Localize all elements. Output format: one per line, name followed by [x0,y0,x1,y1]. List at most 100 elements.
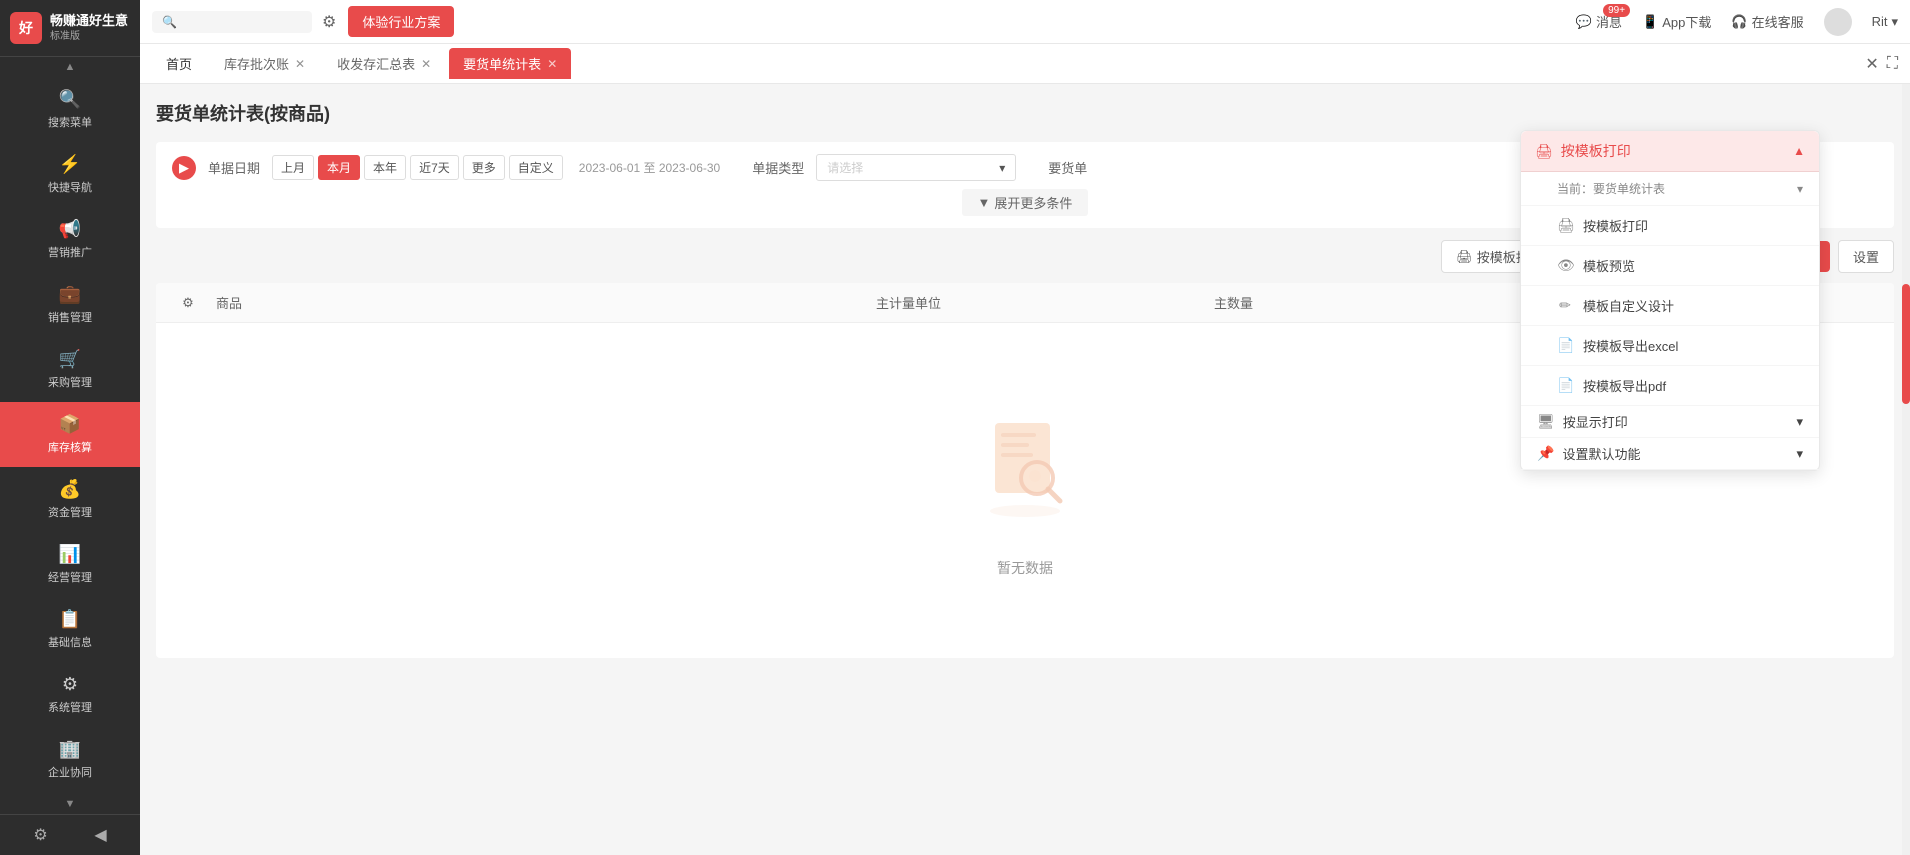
sidebar-item-purchase[interactable]: 🛒 采购管理 [0,337,140,402]
display-print-label: 按显示打印 [1563,412,1628,431]
dropdown-group-default-func[interactable]: 📌 设置默认功能 ▾ [1521,438,1819,470]
tab-inventory-batch[interactable]: 库存批次账 ✕ [210,48,319,79]
tab-receivable-summary-close[interactable]: ✕ [421,57,431,71]
basic-icon: 📋 [59,609,81,630]
online-service-btn[interactable]: 🎧 在线客服 [1731,12,1803,31]
headset-icon: 🎧 [1731,14,1747,30]
message-badge: 99+ [1603,4,1630,17]
date-btn-prev-month[interactable]: 上月 [272,155,314,180]
th-settings[interactable]: ⚙ [168,285,208,321]
sidebar-item-search-label: 搜索菜单 [48,114,92,130]
settings-btn[interactable]: 设置 [1838,240,1894,273]
sidebar-item-inventory-label: 库存核算 [48,439,92,455]
user-name-text: Rit [1872,14,1888,29]
app-download-btn[interactable]: 📱 App下载 [1642,12,1711,31]
date-btn-last7[interactable]: 近7天 [410,155,459,180]
topbar-search-icon: 🔍 [162,15,177,29]
date-btn-more[interactable]: 更多 [463,155,505,180]
tab-receivable-summary[interactable]: 收发存汇总表 ✕ [323,48,445,79]
date-btn-this-year[interactable]: 本年 [364,155,406,180]
scrollbar-track [1902,84,1910,855]
user-avatar-btn[interactable] [1824,8,1852,36]
sidebar-item-sales-label: 销售管理 [48,309,92,325]
export-excel-icon: 📄 [1557,337,1573,354]
dropdown-item-template-design[interactable]: ✏ 模板自定义设计 [1521,286,1819,326]
tab-home[interactable]: 首页 [152,48,206,79]
message-btn[interactable]: 💬 消息 99+ [1576,12,1622,31]
date-buttons: 上月 本月 本年 近7天 更多 自定义 [272,155,563,180]
dropdown-item-export-pdf-label: 按模板导出pdf [1583,376,1666,395]
page-title: 要货单统计表(按商品) [156,100,1894,126]
sidebar-item-inventory[interactable]: 📦 库存核算 [0,402,140,467]
dropdown-item-export-excel[interactable]: 📄 按模板导出excel [1521,326,1819,366]
purchase-icon: 🛒 [59,349,81,370]
expand-more-btn[interactable]: ▼ 展开更多条件 [962,189,1089,216]
app-download-label: App下载 [1662,12,1711,31]
dropdown-header[interactable]: 🖨 按模板打印 ▲ [1521,131,1819,172]
type-select[interactable]: 请选择 ▾ [816,154,1016,181]
tab-inventory-batch-close[interactable]: ✕ [295,57,305,71]
tab-order-stats-label: 要货单统计表 [463,54,541,73]
topbar-gear-icon[interactable]: ⚙ [322,12,336,32]
default-func-label: 设置默认功能 [1562,444,1640,463]
tab-close-window-icon[interactable]: ✕ [1865,54,1878,74]
sidebar-item-shortcut-label: 快捷导航 [48,179,92,195]
sidebar-item-marketing-label: 营销推广 [48,244,92,260]
dropdown-print-icon: 🖨 [1535,143,1553,160]
date-btn-custom[interactable]: 自定义 [509,155,563,180]
sidebar-item-basic[interactable]: 📋 基础信息 [0,597,140,662]
sidebar-collapse-btn[interactable]: ◀ [94,825,106,845]
dropdown-item-template-print[interactable]: 🖨 按模板打印 [1521,206,1819,246]
sidebar-settings-btn[interactable]: ⚙ [33,825,47,845]
dropdown-item-export-excel-label: 按模板导出excel [1583,336,1678,355]
user-name-display[interactable]: Rit ▾ [1872,14,1898,30]
scroll-down-indicator[interactable]: ▼ [0,794,140,814]
dropdown-header-label: 按模板打印 [1561,141,1631,161]
dropdown-item-template-preview[interactable]: 👁 模板预览 [1521,246,1819,286]
sidebar: 好 畅赚通好生意 标准版 ▲ 🔍 搜索菜单 ⚡ 快捷导航 📢 营销推广 💼 销售… [0,0,140,855]
user-avatar [1824,8,1852,36]
topbar-search[interactable]: 🔍 [152,11,312,33]
tab-home-label: 首页 [166,54,192,73]
sidebar-item-corp[interactable]: 🏢 企业协同 [0,727,140,792]
sidebar-item-sales[interactable]: 💼 销售管理 [0,272,140,337]
tab-order-stats-close[interactable]: ✕ [547,57,557,71]
export-pdf-icon: 📄 [1557,377,1573,394]
filter-expand-btn[interactable]: ▶ [172,156,196,180]
template-preview-icon: 👁 [1557,257,1573,274]
sidebar-item-system[interactable]: ⚙ 系统管理 [0,662,140,727]
expand-more-label: 展开更多条件 [994,193,1072,212]
app-version: 标准版 [50,30,128,44]
tab-maximize-icon[interactable]: ⛶ [1887,55,1898,73]
message-icon: 💬 [1576,14,1592,30]
sidebar-item-marketing[interactable]: 📢 营销推广 [0,207,140,272]
order-type-label: 要货单 [1048,158,1087,177]
empty-icon [965,403,1085,542]
sidebar-item-corp-label: 企业协同 [48,764,92,780]
date-label: 单据日期 [208,158,260,177]
scrollbar-thumb[interactable] [1902,284,1910,404]
display-print-group-left: 🖥 按显示打印 [1537,412,1628,431]
operation-icon: 📊 [59,544,81,565]
sidebar-item-operation[interactable]: 📊 经营管理 [0,532,140,597]
topbar: 🔍 ⚙ 体验行业方案 💬 消息 99+ 📱 App下载 🎧 在线客服 Rit ▾ [140,0,1910,44]
type-select-arrow: ▾ [999,161,1005,175]
trial-btn[interactable]: 体验行业方案 [348,6,454,37]
logo-icon: 好 [10,12,42,44]
empty-text: 暂无数据 [997,558,1053,578]
dropdown-group-display-print[interactable]: 🖥 按显示打印 ▾ [1521,406,1819,438]
dropdown-current-arrow: ▾ [1797,182,1803,196]
date-btn-this-month[interactable]: 本月 [318,155,360,180]
template-design-icon: ✏ [1557,297,1573,314]
sales-icon: 💼 [59,284,81,305]
sidebar-item-search[interactable]: 🔍 搜索菜单 [0,77,140,142]
tab-order-stats[interactable]: 要货单统计表 ✕ [449,48,571,79]
sidebar-item-shortcut[interactable]: ⚡ 快捷导航 [0,142,140,207]
sidebar-item-finance[interactable]: 💰 资金管理 [0,467,140,532]
dropdown-item-export-pdf[interactable]: 📄 按模板导出pdf [1521,366,1819,406]
marketing-icon: 📢 [59,219,81,240]
sidebar-logo: 好 畅赚通好生意 标准版 [0,0,140,57]
app-name: 畅赚通好生意 [50,12,128,30]
inventory-icon: 📦 [59,414,81,435]
tab-controls: ✕ ⛶ [1865,54,1898,74]
